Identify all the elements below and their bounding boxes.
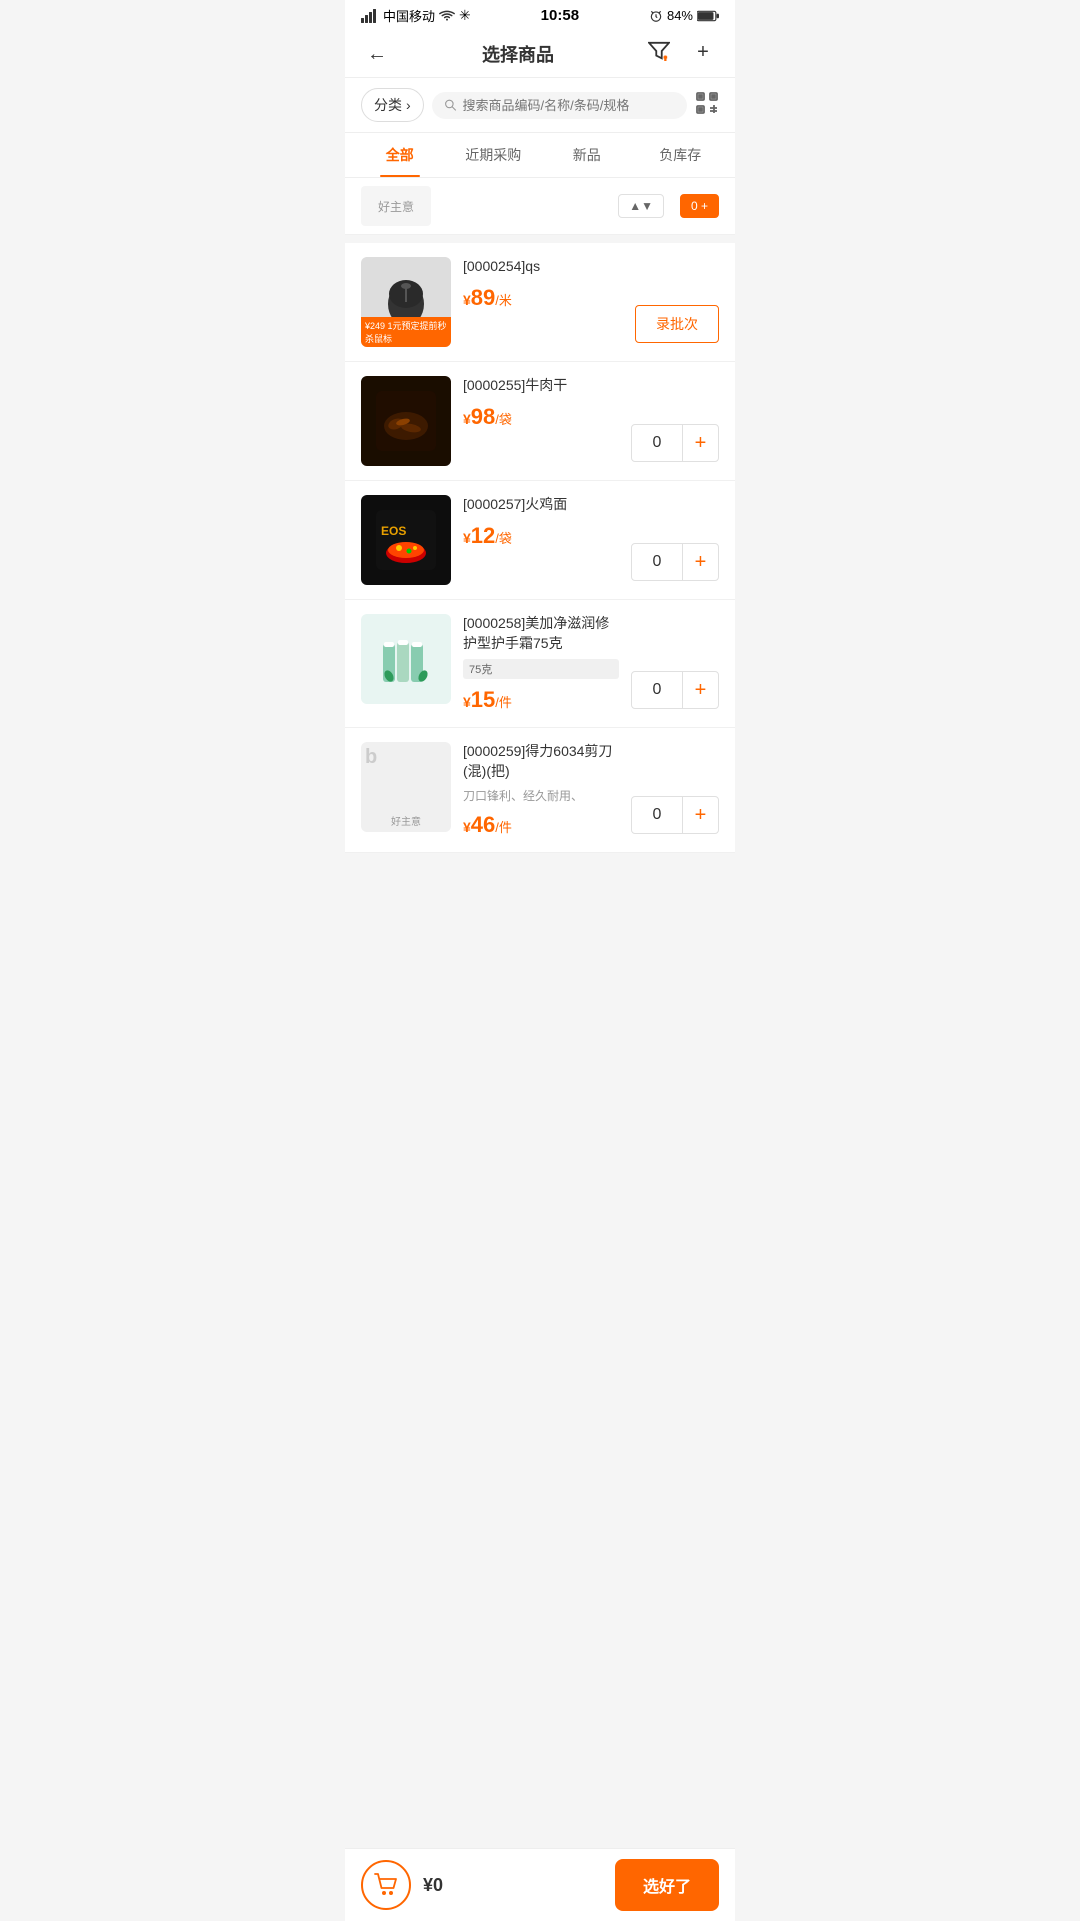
lv-batch-button-0000254[interactable]: 录批次 bbox=[635, 305, 719, 343]
tab-negative[interactable]: 负库存 bbox=[634, 133, 728, 177]
search-input-wrap bbox=[432, 92, 687, 119]
header-actions: + bbox=[643, 41, 719, 67]
product-action-0000259: 0 + bbox=[631, 796, 719, 834]
product-img-svg: EOS bbox=[371, 505, 441, 575]
confirm-button[interactable]: 选好了 bbox=[615, 1859, 719, 1911]
product-badge: ¥249 1元预定提前秒杀鼠标 bbox=[361, 317, 451, 347]
tabs-wrapper: 全部 近期采购 新品 负库存 bbox=[345, 133, 735, 178]
status-carrier: 中国移动 ✳ bbox=[361, 6, 471, 25]
partial-product-img: 好主意 bbox=[361, 186, 431, 226]
product-action-0000255: 0 + bbox=[631, 424, 719, 462]
filter-icon bbox=[648, 41, 670, 61]
cart-icon bbox=[373, 1872, 399, 1898]
tab-new[interactable]: 新品 bbox=[540, 133, 634, 177]
wifi-icon bbox=[439, 10, 455, 22]
partial-action-btn[interactable]: 0 + bbox=[680, 194, 719, 218]
product-img-svg bbox=[371, 624, 441, 694]
total-price: ¥0 bbox=[423, 1875, 603, 1896]
qty-display-0000258: 0 bbox=[632, 675, 682, 705]
tab-recent[interactable]: 近期采购 bbox=[447, 133, 541, 177]
qty-display-0000255: 0 bbox=[632, 428, 682, 458]
partial-item: 好主意 ▲▼ 0 + bbox=[345, 178, 735, 235]
product-info-0000257: [0000257]火鸡面 ¥12/袋 bbox=[463, 495, 619, 549]
product-action-0000254: 录批次 bbox=[635, 305, 719, 343]
status-time: 10:58 bbox=[541, 7, 579, 24]
carrier-name: 中国移动 bbox=[383, 6, 435, 25]
product-info-0000259: [0000259]得力6034剪刀(混)(把) 刀口锋利、经久耐用、 ¥46/件 bbox=[463, 742, 619, 838]
product-name-0000257: [0000257]火鸡面 bbox=[463, 495, 619, 515]
header: ← 选择商品 + bbox=[345, 31, 735, 78]
product-img-0000257: EOS bbox=[361, 495, 451, 585]
product-info-0000254: [0000254]qs ¥89/米 bbox=[463, 257, 623, 311]
sort-button[interactable]: ▲▼ bbox=[618, 194, 664, 218]
product-price-0000257: ¥12/袋 bbox=[463, 523, 619, 549]
product-item-0000258: [0000258]美加净滋润修护型护手霜75克 75克 ¥15/件 0 + bbox=[345, 600, 735, 728]
cart-button[interactable] bbox=[361, 1860, 411, 1910]
search-input[interactable] bbox=[463, 98, 675, 113]
bottom-bar: ¥0 选好了 bbox=[345, 1848, 735, 1921]
product-item-0000254: ¥249 1元预定提前秒杀鼠标 [0000254]qs ¥89/米 录批次 bbox=[345, 243, 735, 362]
scroll-area: 好主意 ▲▼ 0 + ¥249 1元预定提前秒杀鼠标 [0000254]qs bbox=[345, 178, 735, 933]
product-action-0000257: 0 + bbox=[631, 543, 719, 581]
signal-icon bbox=[361, 9, 379, 23]
product-action-0000258: 0 + bbox=[631, 671, 719, 709]
qty-control-0000259: 0 + bbox=[631, 796, 719, 834]
product-tag-0000258: 75克 bbox=[463, 659, 619, 679]
product-item-0000259: b 好主意 [0000259]得力6034剪刀(混)(把) 刀口锋利、经久耐用、… bbox=[345, 728, 735, 853]
qty-plus-0000259[interactable]: + bbox=[682, 797, 718, 833]
scan-button[interactable] bbox=[695, 91, 719, 120]
qty-plus-0000255[interactable]: + bbox=[682, 425, 718, 461]
product-item-0000255: [0000255]牛肉干 ¥98/袋 0 + bbox=[345, 362, 735, 481]
qty-control-0000255: 0 + bbox=[631, 424, 719, 462]
filter-button[interactable] bbox=[643, 41, 675, 67]
product-name-0000255: [0000255]牛肉干 bbox=[463, 376, 619, 396]
battery-icon bbox=[697, 10, 719, 22]
product-img-0000259: b 好主意 bbox=[361, 742, 451, 832]
product-price-0000259: ¥46/件 bbox=[463, 812, 619, 838]
back-button[interactable]: ← bbox=[361, 43, 393, 66]
qty-display-0000259: 0 bbox=[632, 800, 682, 830]
category-button[interactable]: 分类 › bbox=[361, 88, 424, 122]
product-item-0000257: EOS [0000257]火鸡面 ¥12/袋 0 + bbox=[345, 481, 735, 600]
product-price-0000255: ¥98/袋 bbox=[463, 404, 619, 430]
search-icon bbox=[444, 98, 457, 112]
product-price-0000258: ¥15/件 bbox=[463, 687, 619, 713]
qty-control-0000257: 0 + bbox=[631, 543, 719, 581]
qty-display-0000257: 0 bbox=[632, 547, 682, 577]
page-title: 选择商品 bbox=[393, 41, 643, 67]
product-price-0000254: ¥89/米 bbox=[463, 285, 623, 311]
signal-extra: ✳ bbox=[459, 7, 471, 24]
product-name-0000259: [0000259]得力6034剪刀(混)(把) bbox=[463, 742, 619, 781]
qty-plus-0000258[interactable]: + bbox=[682, 672, 718, 708]
product-img-0000258 bbox=[361, 614, 451, 704]
product-info-0000255: [0000255]牛肉干 ¥98/袋 bbox=[463, 376, 619, 430]
product-desc-0000259: 刀口锋利、经久耐用、 bbox=[463, 787, 619, 804]
product-name-0000258: [0000258]美加净滋润修护型护手霜75克 bbox=[463, 614, 619, 653]
product-info-0000258: [0000258]美加净滋润修护型护手霜75克 75克 ¥15/件 bbox=[463, 614, 619, 713]
product-list: ¥249 1元预定提前秒杀鼠标 [0000254]qs ¥89/米 录批次 bbox=[345, 243, 735, 853]
alarm-icon bbox=[649, 9, 663, 23]
svg-text:EOS: EOS bbox=[381, 524, 406, 538]
product-img-0000254: ¥249 1元预定提前秒杀鼠标 bbox=[361, 257, 451, 347]
product-name-0000254: [0000254]qs bbox=[463, 257, 623, 277]
brand-logo: b bbox=[365, 746, 377, 769]
battery-percent: 84% bbox=[667, 8, 693, 23]
product-img-svg bbox=[371, 386, 441, 456]
brand-name: 好主意 bbox=[361, 813, 451, 828]
status-bar: 中国移动 ✳ 10:58 84% bbox=[345, 0, 735, 31]
add-button[interactable]: + bbox=[687, 41, 719, 67]
product-img-0000255 bbox=[361, 376, 451, 466]
category-label: 分类 bbox=[374, 95, 402, 115]
scan-icon bbox=[695, 91, 719, 115]
search-bar-wrapper: 分类 › bbox=[345, 78, 735, 133]
qty-plus-0000257[interactable]: + bbox=[682, 544, 718, 580]
status-right: 84% bbox=[649, 8, 719, 23]
qty-control-0000258: 0 + bbox=[631, 671, 719, 709]
tab-all[interactable]: 全部 bbox=[353, 133, 447, 177]
category-chevron: › bbox=[406, 97, 411, 113]
